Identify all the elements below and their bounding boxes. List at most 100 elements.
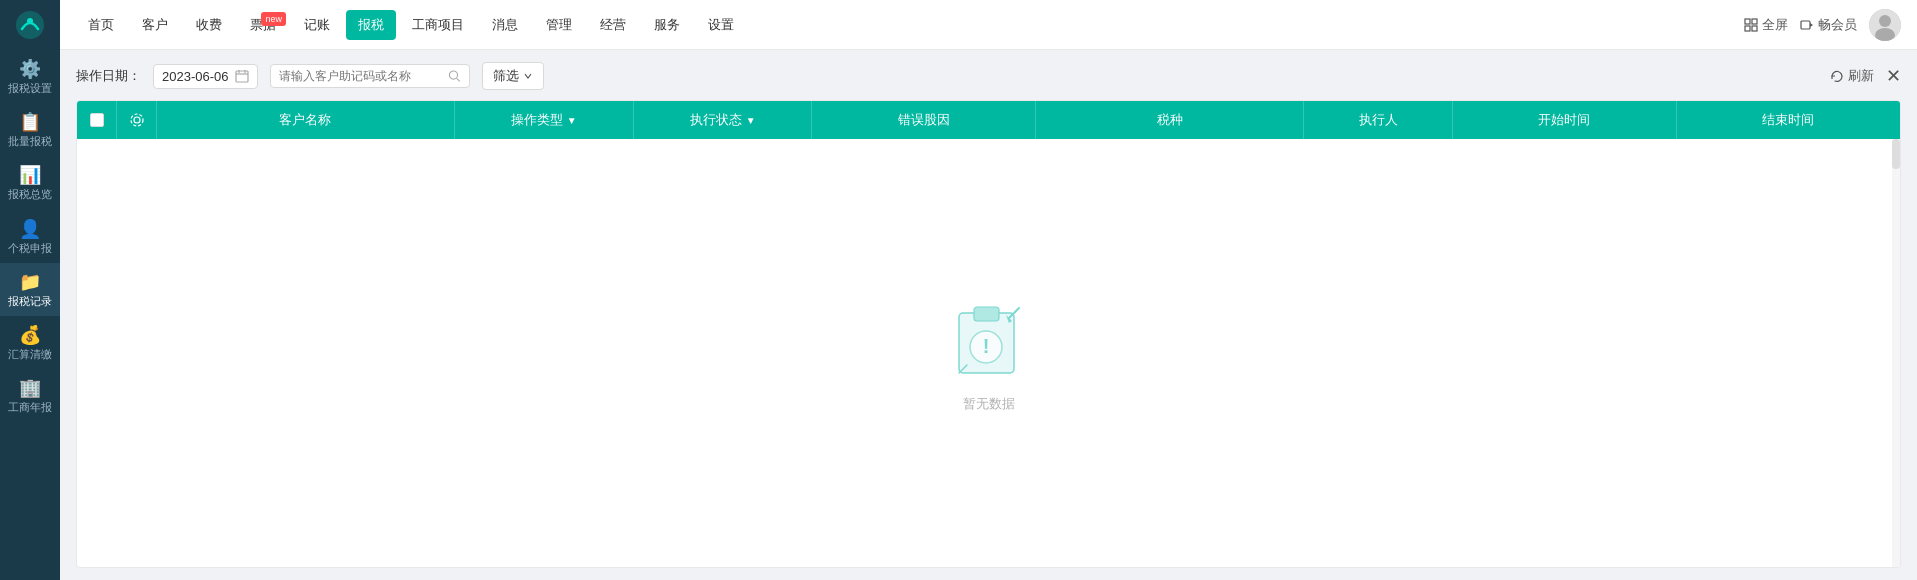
th-start-time: 开始时间 [1453,101,1676,139]
search-box[interactable] [270,64,470,88]
sidebar-item-label: 报税总览 [8,188,52,201]
sort-icon: ▼ [567,115,577,126]
scroll-track[interactable] [1892,139,1900,567]
fullscreen-button[interactable]: 全屏 [1744,16,1788,34]
sidebar-logo [0,0,60,50]
sidebar-item-huisuan-jiaona[interactable]: 💰 汇算清缴 [0,316,60,369]
nav-item-shezhi[interactable]: 设置 [696,10,746,40]
refresh-label: 刷新 [1848,67,1874,85]
svg-point-17 [134,117,140,123]
svg-point-18 [131,114,143,126]
table-container: 客户名称 操作类型 ▼ 执行状态 ▼ 错误股因 税种 执行人 [76,100,1901,568]
th-settings[interactable] [117,101,157,139]
content-area: 操作日期： 2023-06-06 筛选 [60,50,1917,580]
sidebar-item-label: 汇算清缴 [8,348,52,361]
money-icon: 💰 [19,324,41,346]
sidebar: ⚙️ 报税设置 📋 批量报税 📊 报税总览 👤 个税申报 📁 报税记录 💰 汇算… [0,0,60,580]
nav-item-xiaoxi[interactable]: 消息 [480,10,530,40]
date-value: 2023-06-06 [162,69,229,84]
empty-icon: ! [949,293,1029,383]
sidebar-item-piliang-baoshui[interactable]: 📋 批量报税 [0,103,60,156]
svg-rect-2 [1745,19,1750,24]
sidebar-item-baoshui-shezhi[interactable]: ⚙️ 报税设置 [0,50,60,103]
sidebar-item-label: 报税设置 [8,82,52,95]
chevron-down-icon [523,71,533,81]
svg-rect-5 [1752,26,1757,31]
th-customer-name: 客户名称 [157,101,455,139]
search-icon [448,69,461,83]
table-header: 客户名称 操作类型 ▼ 执行状态 ▼ 错误股因 税种 执行人 [77,101,1900,139]
empty-text: 暂无数据 [963,395,1015,413]
th-error-reason: 错误股因 [812,101,1035,139]
svg-text:!: ! [982,335,989,357]
nav-right: 全屏 畅会员 [1744,9,1901,41]
scroll-thumb[interactable] [1892,139,1900,169]
nav-item-gongshang[interactable]: 工商项目 [400,10,476,40]
nav-item-piaoju[interactable]: 票据 new [238,10,288,40]
sidebar-item-label: 批量报税 [8,135,52,148]
toolbar-right: 刷新 ✕ [1830,67,1901,85]
sidebar-item-label: 个税申报 [8,242,52,255]
svg-point-15 [449,71,457,79]
nav-item-jizhang[interactable]: 记账 [292,10,342,40]
svg-marker-7 [1810,23,1813,27]
sidebar-item-baoshui-zongjian[interactable]: 📊 报税总览 [0,156,60,209]
close-button[interactable]: ✕ [1886,67,1901,85]
th-exec-status[interactable]: 执行状态 ▼ [634,101,813,139]
sidebar-item-baoshui-jilu[interactable]: 📁 报税记录 [0,263,60,316]
person-icon: 👤 [19,218,41,240]
svg-rect-4 [1745,26,1750,31]
empty-state: ! 暂无数据 [909,253,1069,453]
nav-item-home[interactable]: 首页 [76,10,126,40]
sidebar-item-gongshang-nianbao[interactable]: 🏢 工商年报 [0,369,60,422]
gear-icon [129,112,145,128]
batch-icon: 📋 [19,111,41,133]
svg-point-0 [16,11,44,39]
th-operation-type[interactable]: 操作类型 ▼ [455,101,634,139]
date-label: 操作日期： [76,67,141,85]
th-checkbox[interactable] [77,101,117,139]
th-executor: 执行人 [1304,101,1453,139]
svg-point-9 [1879,15,1891,27]
svg-line-16 [456,78,459,81]
svg-rect-11 [236,71,248,82]
calendar-icon [235,69,249,83]
table-body: ! 暂无数据 [77,139,1900,567]
nav-item-customer[interactable]: 客户 [130,10,180,40]
vip-button[interactable]: 畅会员 [1800,16,1857,34]
svg-point-1 [27,18,33,24]
date-picker[interactable]: 2023-06-06 [153,64,258,89]
refresh-icon [1830,69,1844,83]
record-icon: 📁 [19,271,41,293]
nav-item-fuwu[interactable]: 服务 [642,10,692,40]
nav-item-guanli[interactable]: 管理 [534,10,584,40]
filter-label: 筛选 [493,67,519,85]
nav-item-shoufei[interactable]: 收费 [184,10,234,40]
main-area: 首页 客户 收费 票据 new 记账 报税 工商项目 消息 [60,0,1917,580]
sort-icon: ▼ [746,115,756,126]
nav-item-jingying[interactable]: 经营 [588,10,638,40]
nav-items: 首页 客户 收费 票据 new 记账 报税 工商项目 消息 [76,10,1744,40]
new-badge: new [261,12,286,27]
svg-rect-20 [974,307,999,321]
user-avatar[interactable] [1869,9,1901,41]
fullscreen-icon [1744,18,1758,32]
nav-item-baoshui[interactable]: 报税 [346,10,396,40]
refresh-button[interactable]: 刷新 [1830,67,1874,85]
th-tax-type: 税种 [1036,101,1304,139]
filter-button[interactable]: 筛选 [482,62,544,90]
sidebar-item-label: 报税记录 [8,295,52,308]
svg-rect-6 [1801,21,1810,29]
overview-icon: 📊 [19,164,41,186]
top-nav: 首页 客户 收费 票据 new 记账 报税 工商项目 消息 [60,0,1917,50]
building-icon: 🏢 [19,377,41,399]
sidebar-item-geshuishenbao[interactable]: 👤 个税申报 [0,210,60,263]
th-end-time: 结束时间 [1677,101,1900,139]
video-icon [1800,18,1814,32]
sidebar-item-label: 工商年报 [8,401,52,414]
select-all-checkbox[interactable] [90,113,104,127]
toolbar: 操作日期： 2023-06-06 筛选 [76,62,1901,90]
settings-icon: ⚙️ [19,58,41,80]
search-input[interactable] [279,69,444,83]
svg-rect-3 [1752,19,1757,24]
